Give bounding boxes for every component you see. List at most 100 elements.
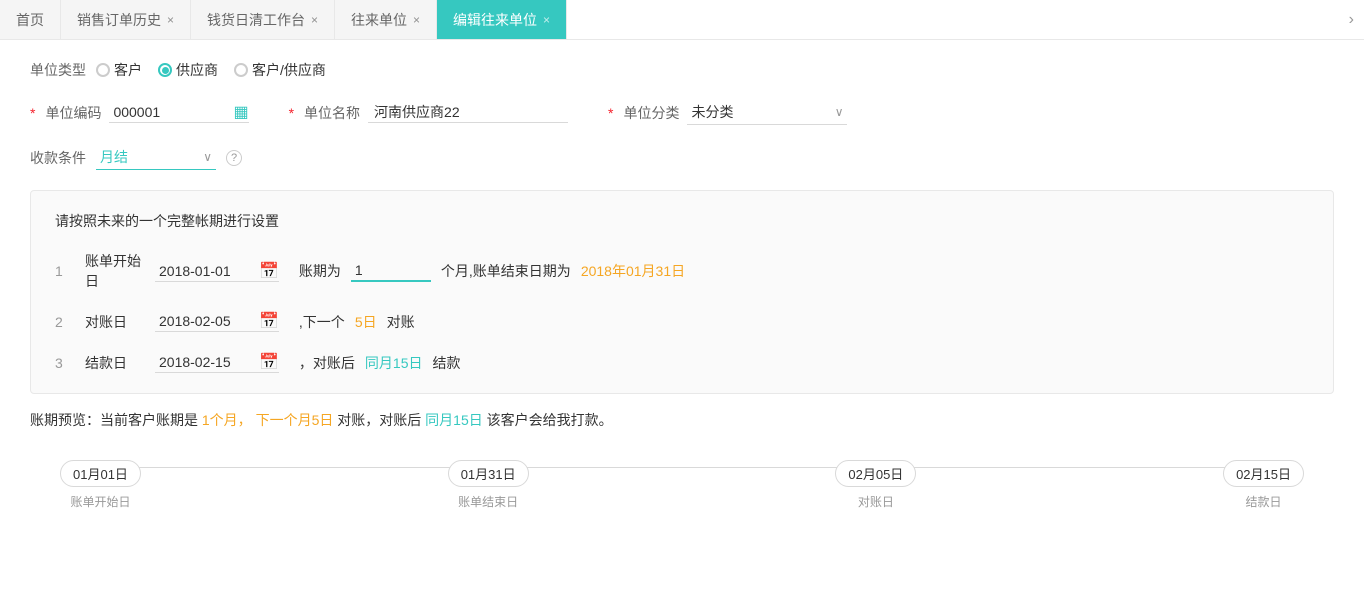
period-suffix-before-2: ,下一个: [299, 312, 345, 332]
period-calendar-icon-1[interactable]: 📅: [259, 261, 279, 281]
unit-code-required-star: *: [30, 105, 35, 121]
radio-supplier-circle: [158, 63, 172, 77]
unit-category-required-star: *: [608, 105, 613, 121]
period-num-3: 3: [55, 355, 75, 371]
timeline-point-1: 01月01日 账单开始日: [60, 460, 141, 510]
preview-section: 账期预览：当前客户账期是 1个月， 下一个月5日 对账，对账后 同月15日 该客…: [30, 410, 1334, 520]
tab-edit-related-unit[interactable]: 编辑往来单位 ×: [437, 0, 567, 39]
radio-supplier[interactable]: 供应商: [158, 60, 218, 80]
unit-code-field[interactable]: ▦: [109, 102, 248, 123]
period-suffix-before-3: ，对账后: [299, 353, 355, 373]
page-content: 单位类型 客户 供应商 客户/供应商 * 单位编码 ▦: [0, 40, 1364, 608]
payment-terms-label: 收款条件: [30, 148, 86, 168]
unit-category-label: 单位分类: [623, 103, 679, 123]
timeline-badge-3: 02月05日: [835, 460, 916, 487]
timeline: 01月01日 账单开始日 01月31日 账单结束日 02月05日 对账日: [30, 450, 1334, 520]
tab-edit-related-unit-close[interactable]: ×: [543, 13, 550, 27]
radio-customer-supplier-circle: [234, 63, 248, 77]
period-suffix-after-1: 个月,账单结束日期为: [441, 261, 571, 281]
period-settings-box: 请按照未来的一个完整帐期进行设置 1 账单开始日 📅 账期为 个月,账单结束日期…: [30, 190, 1334, 394]
preview-part3: 同月15日: [425, 412, 483, 428]
tab-sales-order-history-label: 销售订单历史: [77, 10, 161, 30]
period-suffix-after-2: 对账: [387, 312, 415, 332]
period-date-input-2[interactable]: [155, 311, 255, 331]
period-suffix-before-1: 账期为: [299, 261, 341, 281]
timeline-label-3: 对账日: [858, 493, 894, 510]
radio-supplier-label: 供应商: [176, 60, 218, 80]
period-row-3: 3 结款日 📅 ，对账后 同月15日 结款: [55, 352, 1309, 373]
preview-end: 该客户会给我打款。: [487, 412, 613, 428]
period-months-input[interactable]: [351, 260, 431, 282]
radio-customer-supplier[interactable]: 客户/供应商: [234, 60, 326, 80]
radio-customer-circle: [96, 63, 110, 77]
period-calendar-icon-3[interactable]: 📅: [259, 352, 279, 372]
unit-type-radio-group: 客户 供应商 客户/供应商: [96, 60, 326, 80]
period-date-2[interactable]: 📅: [155, 311, 279, 332]
tabs-bar: 首页 销售订单历史 × 钱货日清工作台 × 往来单位 × 编辑往来单位 × ›: [0, 0, 1364, 40]
preview-label: 账期预览：当前客户账期是: [30, 412, 198, 428]
period-highlight-2: 5日: [355, 312, 377, 332]
timeline-label-1: 账单开始日: [70, 493, 130, 510]
period-calendar-icon-2[interactable]: 📅: [259, 311, 279, 331]
tab-home[interactable]: 首页: [0, 0, 61, 39]
preview-text: 账期预览：当前客户账期是 1个月， 下一个月5日 对账，对账后 同月15日 该客…: [30, 410, 1334, 430]
timeline-point-3: 02月05日 对账日: [835, 460, 916, 510]
preview-part2: 下一个月5日: [256, 412, 334, 428]
period-label-3: 结款日: [85, 353, 145, 373]
payment-terms-row: 收款条件 月结 ∨ ?: [30, 145, 1334, 170]
tab-cashflow-workbench-close[interactable]: ×: [311, 13, 318, 27]
timeline-point-4: 02月15日 结款日: [1223, 460, 1304, 510]
tab-home-label: 首页: [16, 10, 44, 30]
period-date-input-1[interactable]: [155, 261, 255, 281]
timeline-badge-1: 01月01日: [60, 460, 141, 487]
tab-sales-order-history[interactable]: 销售订单历史 ×: [61, 0, 191, 39]
period-date-1[interactable]: 📅: [155, 261, 279, 282]
radio-customer-supplier-label: 客户/供应商: [252, 60, 326, 80]
unit-category-arrow-icon: ∨: [835, 105, 844, 119]
timeline-badge-4: 02月15日: [1223, 460, 1304, 487]
unit-code-label: 单位编码: [45, 103, 101, 123]
unit-type-label: 单位类型: [30, 60, 86, 80]
period-settings-title: 请按照未来的一个完整帐期进行设置: [55, 211, 1309, 231]
preview-part1: 1个月，: [202, 412, 252, 428]
period-row-1: 1 账单开始日 📅 账期为 个月,账单结束日期为 2018年01月31日: [55, 251, 1309, 291]
period-highlight-3: 同月15日: [365, 353, 423, 373]
period-label-1: 账单开始日: [85, 251, 145, 291]
timeline-label-2: 账单结束日: [458, 493, 518, 510]
unit-name-input[interactable]: [368, 102, 568, 123]
unit-category-select[interactable]: 未分类 ∨: [687, 100, 847, 125]
unit-category-value: 未分类: [691, 102, 733, 122]
tab-cashflow-workbench[interactable]: 钱货日清工作台 ×: [191, 0, 335, 39]
period-date-input-3[interactable]: [155, 352, 255, 372]
radio-customer[interactable]: 客户: [96, 60, 142, 80]
radio-customer-label: 客户: [114, 60, 142, 80]
preview-middle: 对账，对账后: [337, 412, 421, 428]
unit-name-label: 单位名称: [304, 103, 360, 123]
payment-terms-value: 月结: [100, 147, 128, 167]
payment-terms-arrow-icon: ∨: [203, 150, 212, 164]
period-num-1: 1: [55, 263, 75, 279]
period-row-2: 2 对账日 📅 ,下一个 5日 对账: [55, 311, 1309, 332]
unit-type-row: 单位类型 客户 供应商 客户/供应商: [30, 60, 1334, 80]
period-end-date-1: 2018年01月31日: [581, 261, 685, 281]
unit-code-input[interactable]: [109, 102, 229, 122]
tab-edit-related-unit-label: 编辑往来单位: [453, 10, 537, 30]
tab-related-units-close[interactable]: ×: [413, 13, 420, 27]
tab-sales-order-history-close[interactable]: ×: [167, 13, 174, 27]
timeline-point-2: 01月31日 账单结束日: [448, 460, 529, 510]
timeline-points: 01月01日 账单开始日 01月31日 账单结束日 02月05日 对账日: [60, 460, 1304, 510]
timeline-label-4: 结款日: [1246, 493, 1282, 510]
payment-terms-select[interactable]: 月结 ∨: [96, 145, 216, 170]
tab-related-units[interactable]: 往来单位 ×: [335, 0, 437, 39]
tab-scroll-right[interactable]: ›: [1339, 11, 1364, 29]
period-num-2: 2: [55, 314, 75, 330]
tab-related-units-label: 往来单位: [351, 10, 407, 30]
payment-terms-help-icon[interactable]: ?: [226, 150, 242, 166]
tab-cashflow-workbench-label: 钱货日清工作台: [207, 10, 305, 30]
unit-code-picker-icon[interactable]: ▦: [233, 102, 248, 122]
period-label-2: 对账日: [85, 312, 145, 332]
timeline-badge-2: 01月31日: [448, 460, 529, 487]
period-date-3[interactable]: 📅: [155, 352, 279, 373]
unit-info-row: * 单位编码 ▦ * 单位名称 * 单位分类 未分类 ∨: [30, 100, 1334, 125]
period-suffix-after-3: 结款: [433, 353, 461, 373]
